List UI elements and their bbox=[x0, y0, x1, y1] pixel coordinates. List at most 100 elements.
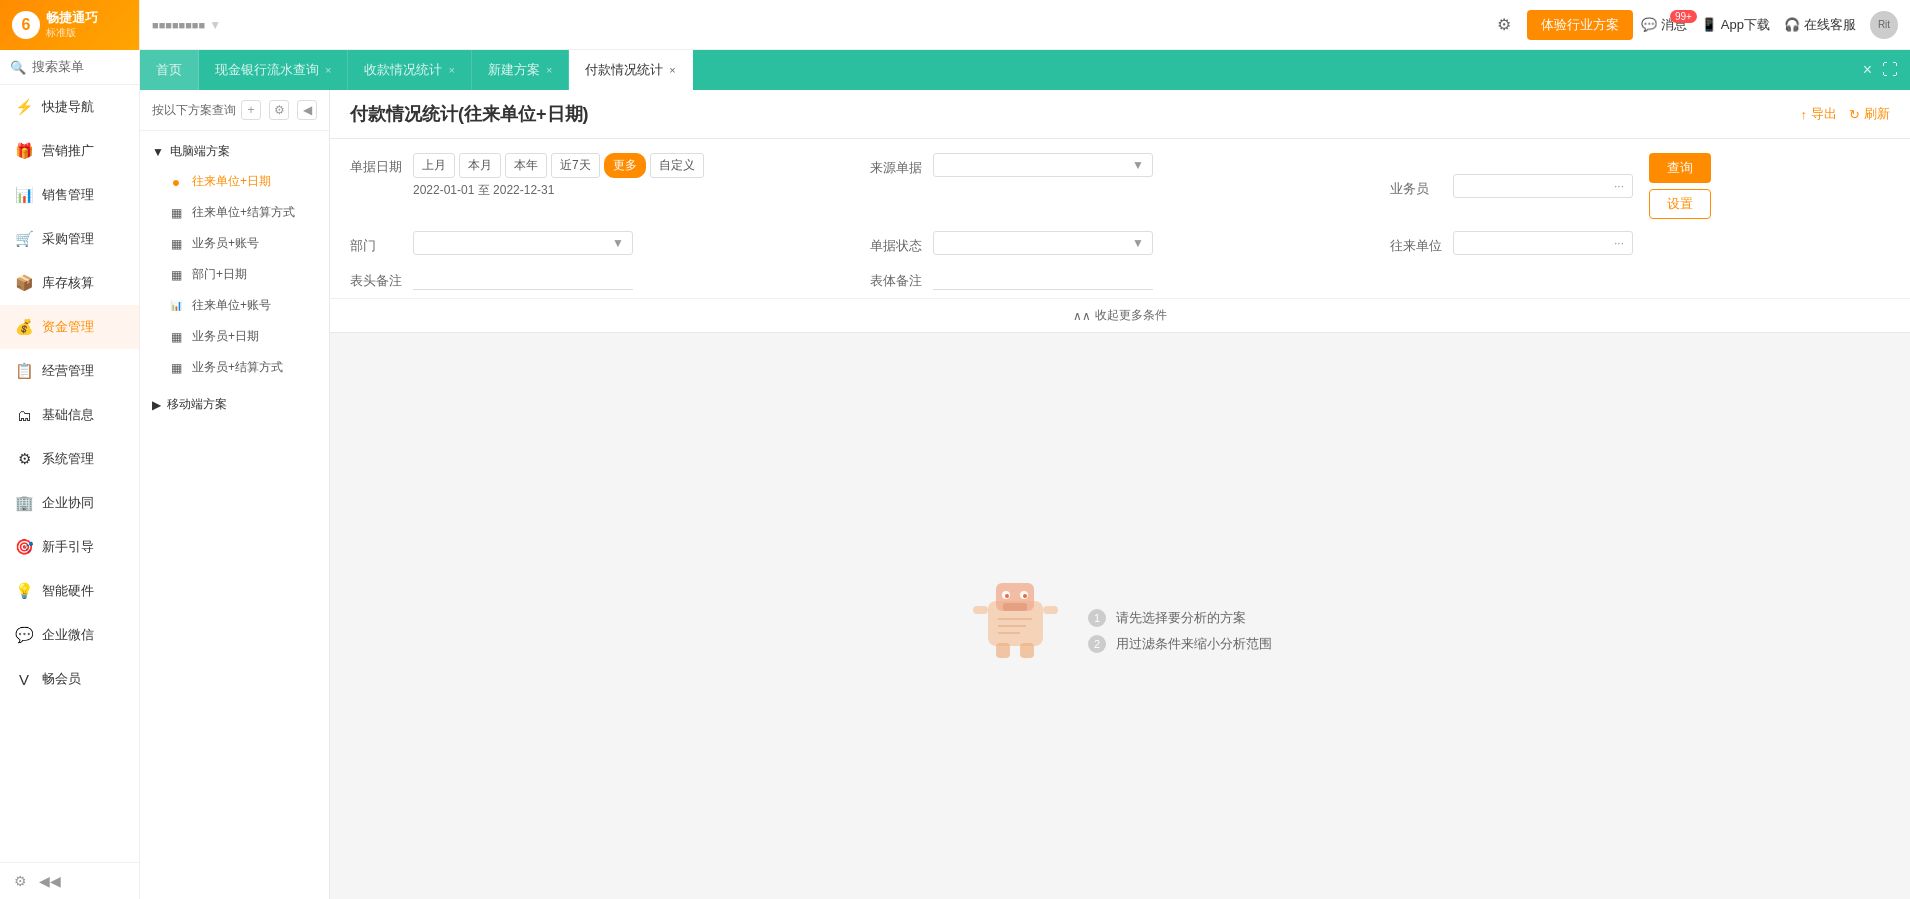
sidebar-item-operations[interactable]: 📋 经营管理 bbox=[0, 349, 139, 393]
date-buttons: 上月 本月 本年 近7天 更多 自定义 bbox=[413, 153, 704, 178]
scheme-item-unit-payment[interactable]: ▦ 往来单位+结算方式 bbox=[140, 197, 329, 228]
svg-rect-10 bbox=[1020, 643, 1034, 658]
sidebar-item-quick-nav[interactable]: ⚡ 快捷导航 bbox=[0, 85, 139, 129]
export-btn[interactable]: ↑ 导出 bbox=[1801, 105, 1838, 123]
sidebar-item-inventory[interactable]: 📦 库存核算 bbox=[0, 261, 139, 305]
body-note-label: 表体备注 bbox=[870, 272, 925, 290]
sidebar-item-sales[interactable]: 📊 销售管理 bbox=[0, 173, 139, 217]
maximize-btn[interactable]: ⛶ bbox=[1882, 61, 1898, 79]
nav-icon-system: ⚙ bbox=[14, 449, 34, 469]
mobile-group-title[interactable]: ▶ 移动端方案 bbox=[140, 389, 329, 420]
nav-icon-funds: 💰 bbox=[14, 317, 34, 337]
salesperson-label: 业务员 bbox=[1390, 180, 1445, 198]
date-btn-this-year[interactable]: 本年 bbox=[505, 153, 547, 178]
date-btn-more[interactable]: 更多 bbox=[604, 153, 646, 178]
date-btn-7days[interactable]: 近7天 bbox=[551, 153, 600, 178]
trial-industry-btn[interactable]: 体验行业方案 bbox=[1527, 10, 1633, 40]
sidebar-item-basic[interactable]: 🗂 基础信息 bbox=[0, 393, 139, 437]
tab-bank[interactable]: 现金银行流水查询 × bbox=[199, 50, 348, 90]
collapse-sidebar-btn[interactable]: ◀◀ bbox=[39, 873, 61, 889]
tab-receivable-close[interactable]: × bbox=[448, 64, 454, 76]
date-btn-last-month[interactable]: 上月 bbox=[413, 153, 455, 178]
sidebar-item-newguide[interactable]: 🎯 新手引导 bbox=[0, 525, 139, 569]
collapse-more-btn[interactable]: ∧∧ 收起更多条件 bbox=[330, 298, 1910, 332]
main-content: 1 请先选择要分析的方案 2 用过滤条件来缩小分析范围 bbox=[330, 333, 1910, 899]
topbar-right: 💬 消息 99+ 📱 App下载 🎧 在线客服 Rit bbox=[1641, 11, 1898, 39]
sidebar-footer: ⚙ ◀◀ bbox=[0, 862, 139, 899]
scheme-item-unit-date[interactable]: ● 往来单位+日期 bbox=[140, 166, 329, 197]
breadcrumb: ■■■■■■■■ ▼ bbox=[152, 18, 1489, 32]
close-all-btn[interactable]: × bbox=[1863, 61, 1872, 79]
logo-icon: 6 bbox=[12, 11, 40, 39]
tab-bank-label: 现金银行流水查询 bbox=[215, 61, 319, 79]
date-btn-custom[interactable]: 自定义 bbox=[650, 153, 704, 178]
tab-home[interactable]: 首页 bbox=[140, 50, 199, 90]
topbar-app-btn[interactable]: 📱 App下载 bbox=[1701, 16, 1770, 34]
refresh-btn[interactable]: ↻ 刷新 bbox=[1849, 105, 1890, 123]
query-btn[interactable]: 查询 bbox=[1649, 153, 1711, 183]
date-btn-this-month[interactable]: 本月 bbox=[459, 153, 501, 178]
sidebar-item-system[interactable]: ⚙ 系统管理 bbox=[0, 437, 139, 481]
sidebar-logo: 6 畅捷通巧 标准版 bbox=[0, 0, 139, 50]
source-select[interactable]: ▼ bbox=[933, 153, 1153, 177]
topbar-gear-btn[interactable]: ⚙ bbox=[1497, 15, 1511, 34]
date-label: 单据日期 bbox=[350, 158, 405, 176]
sidebar-item-purchase[interactable]: 🛒 采购管理 bbox=[0, 217, 139, 261]
main-area: ■■■■■■■■ ▼ ⚙ 体验行业方案 💬 消息 99+ 📱 App下载 🎧 在… bbox=[140, 0, 1910, 899]
export-icon: ↑ bbox=[1801, 107, 1808, 122]
tab-new-scheme-close[interactable]: × bbox=[546, 64, 552, 76]
tab-receivable-label: 收款情况统计 bbox=[364, 61, 442, 79]
sidebar-item-wechat[interactable]: 💬 企业微信 bbox=[0, 613, 139, 657]
empty-illustration bbox=[968, 571, 1068, 661]
partner-dots: ··· bbox=[1614, 236, 1624, 250]
nav-icon-marketing: 🎁 bbox=[14, 141, 34, 161]
tab-new-scheme[interactable]: 新建方案 × bbox=[472, 50, 569, 90]
desktop-group-title[interactable]: ▼ 电脑端方案 bbox=[140, 137, 329, 166]
tab-bank-close[interactable]: × bbox=[325, 64, 331, 76]
topbar-msg-btn[interactable]: 💬 消息 99+ bbox=[1641, 16, 1687, 34]
status-select[interactable]: ▼ bbox=[933, 231, 1153, 255]
partner-select[interactable]: ··· bbox=[1453, 231, 1633, 255]
avatar[interactable]: Rit bbox=[1870, 11, 1898, 39]
sidebar: 6 畅捷通巧 标准版 🔍 搜索菜单 ⚡ 快捷导航 🎁 营销推广 📊 销售管理 🛒… bbox=[0, 0, 140, 899]
scheme-item-staff-account[interactable]: ▦ 业务员+账号 bbox=[140, 228, 329, 259]
dept-select[interactable]: ▼ bbox=[413, 231, 633, 255]
filter-area: 单据日期 上月 本月 本年 近7天 更多 自定义 2022- bbox=[330, 139, 1910, 333]
topbar-actions: ⚙ 体验行业方案 bbox=[1497, 10, 1633, 40]
header-note-input[interactable] bbox=[413, 267, 633, 290]
empty-hints: 1 请先选择要分析的方案 2 用过滤条件来缩小分析范围 bbox=[1088, 609, 1272, 661]
sidebar-item-funds[interactable]: 💰 资金管理 bbox=[0, 305, 139, 349]
body-note-input[interactable] bbox=[933, 267, 1153, 290]
collapse-panel-btn[interactable]: ◀ bbox=[297, 100, 317, 120]
salesperson-arrow: ··· bbox=[1614, 179, 1624, 193]
settings-footer-btn[interactable]: ⚙ bbox=[14, 873, 27, 889]
page-title: 付款情况统计(往来单位+日期) bbox=[350, 102, 589, 126]
scheme-settings-btn[interactable]: ⚙ bbox=[269, 100, 289, 120]
nav-icon-inventory: 📦 bbox=[14, 273, 34, 293]
sidebar-search[interactable]: 🔍 搜索菜单 bbox=[0, 50, 139, 85]
tab-payment-close[interactable]: × bbox=[669, 64, 675, 76]
salesperson-select[interactable]: ··· bbox=[1453, 174, 1633, 198]
tab-receivable[interactable]: 收款情况统计 × bbox=[348, 50, 471, 90]
scheme-item-staff-payment[interactable]: ▦ 业务员+结算方式 bbox=[140, 352, 329, 383]
scheme-item-staff-date[interactable]: ▦ 业务员+日期 bbox=[140, 321, 329, 352]
tabbar: 首页 现金银行流水查询 × 收款情况统计 × 新建方案 × 付款情况统计 × ×… bbox=[140, 50, 1910, 90]
sidebar-item-enterprise[interactable]: 🏢 企业协同 bbox=[0, 481, 139, 525]
filter-settings-btn[interactable]: 设置 bbox=[1649, 189, 1711, 219]
sidebar-item-marketing[interactable]: 🎁 营销推广 bbox=[0, 129, 139, 173]
page-header: 付款情况统计(往来单位+日期) ↑ 导出 ↻ 刷新 bbox=[330, 90, 1910, 139]
topbar-service-btn[interactable]: 🎧 在线客服 bbox=[1784, 16, 1856, 34]
svg-point-5 bbox=[1023, 594, 1027, 598]
app-icon: 📱 bbox=[1701, 17, 1717, 32]
sidebar-nav: ⚡ 快捷导航 🎁 营销推广 📊 销售管理 🛒 采购管理 📦 库存核算 💰 资金管… bbox=[0, 85, 139, 862]
topbar: ■■■■■■■■ ▼ ⚙ 体验行业方案 💬 消息 99+ 📱 App下载 🎧 在… bbox=[140, 0, 1910, 50]
sidebar-item-smart[interactable]: 💡 智能硬件 bbox=[0, 569, 139, 613]
add-scheme-btn[interactable]: + bbox=[241, 100, 261, 120]
scheme-item-unit-account[interactable]: 📊 往来单位+账号 bbox=[140, 290, 329, 321]
tabbar-controls: × ⛶ bbox=[1851, 61, 1910, 79]
nav-icon-wechat: 💬 bbox=[14, 625, 34, 645]
scheme-item-dept-date[interactable]: ▦ 部门+日期 bbox=[140, 259, 329, 290]
tab-payment[interactable]: 付款情况统计 × bbox=[569, 50, 692, 90]
sidebar-item-member[interactable]: V 畅会员 bbox=[0, 657, 139, 701]
status-label: 单据状态 bbox=[870, 237, 925, 255]
